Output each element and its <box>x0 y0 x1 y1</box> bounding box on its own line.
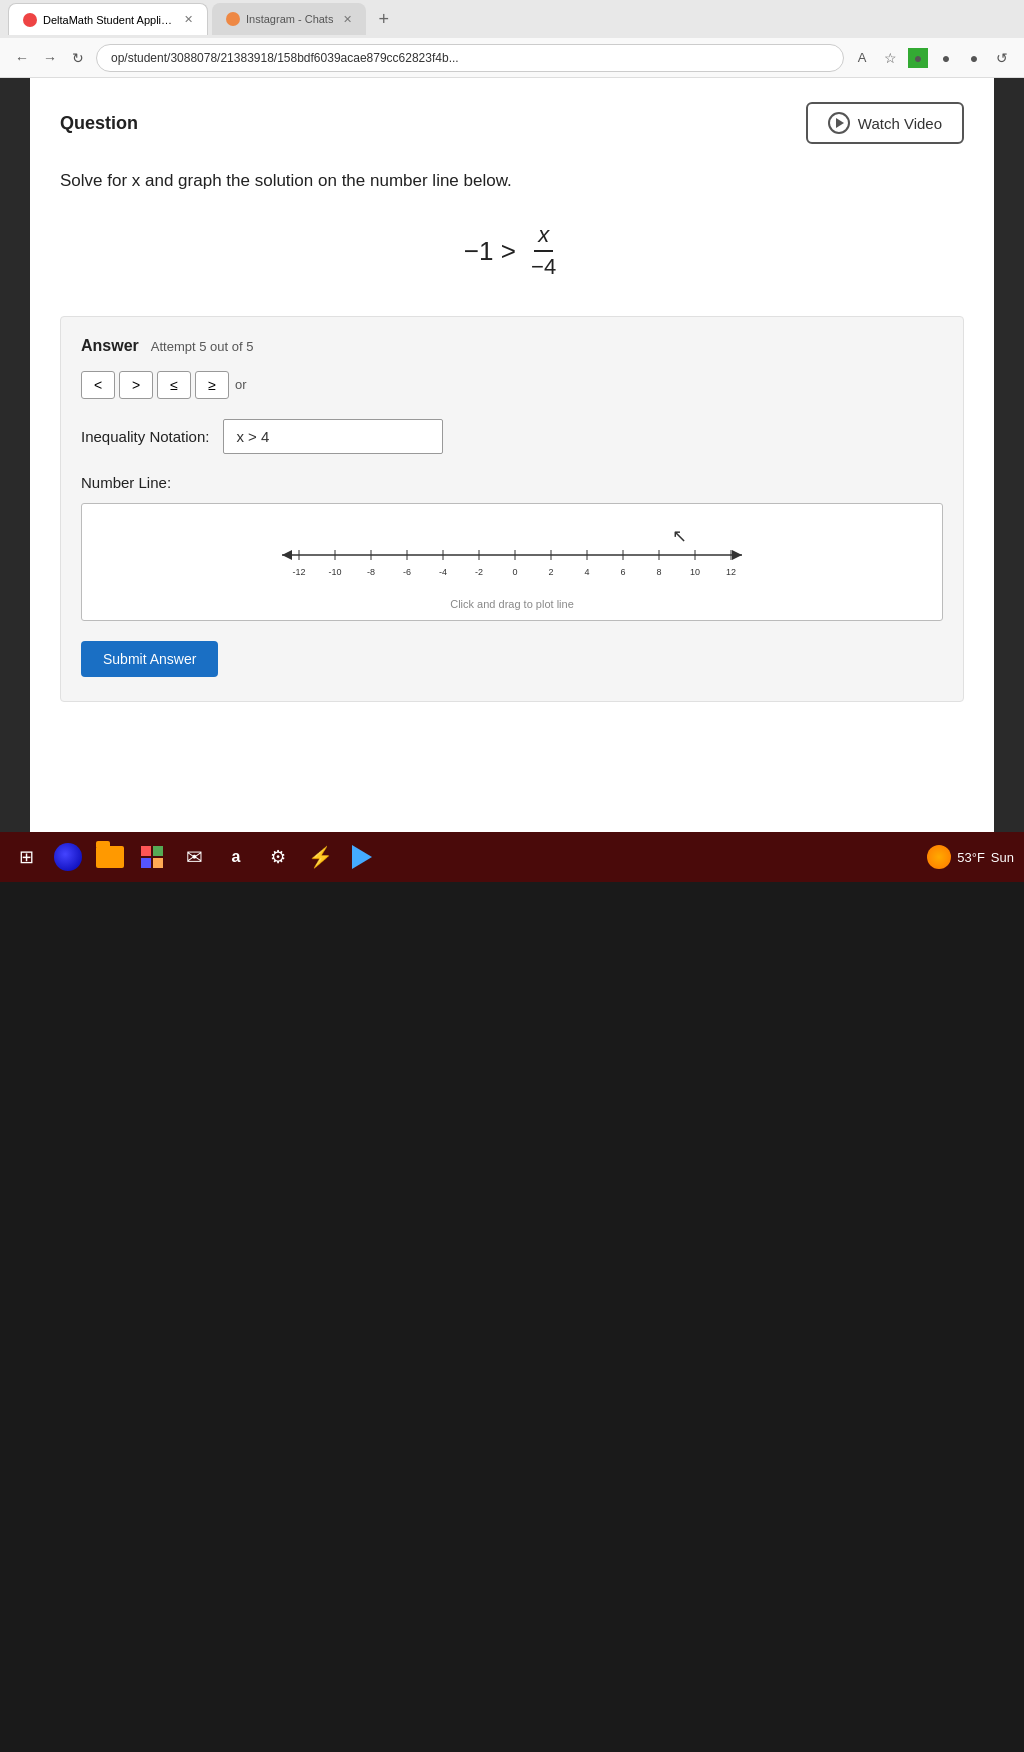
forward-button[interactable]: → <box>40 48 60 68</box>
taskbar-browser-icon[interactable] <box>52 841 84 873</box>
taskbar-settings-icon[interactable]: ⚙ <box>262 841 294 873</box>
taskbar-files-icon[interactable] <box>94 841 126 873</box>
question-header: Question Watch Video <box>60 102 964 144</box>
math-left: −1 > <box>464 235 523 265</box>
problem-text: Solve for x and graph the solution on th… <box>60 168 964 194</box>
math-expression: −1 > x −4 <box>60 222 964 280</box>
svg-text:6: 6 <box>620 567 625 577</box>
address-bar: ← → ↻ A ☆ ● ● ● ↺ <box>0 38 1024 78</box>
svg-text:8: 8 <box>656 567 661 577</box>
dark-lower-area <box>0 882 1024 1752</box>
less-than-equal-button[interactable]: ≤ <box>157 371 191 399</box>
browser-chrome: DeltaMath Student Application ✕ Instagra… <box>0 0 1024 78</box>
or-label: or <box>235 377 247 392</box>
svg-text:10: 10 <box>690 567 700 577</box>
svg-text:2: 2 <box>548 567 553 577</box>
greater-than-button[interactable]: > <box>119 371 153 399</box>
svg-text:-4: -4 <box>439 567 447 577</box>
number-line-container[interactable]: -12 -10 -8 -6 -4 -2 0 <box>81 503 943 621</box>
weather-sun-icon <box>927 845 951 869</box>
taskbar-start-icon[interactable]: ⊞ <box>10 841 42 873</box>
answer-section: Answer Attempt 5 out of 5 < > ≤ ≥ or Ine… <box>60 316 964 702</box>
play-triangle-icon <box>836 118 844 128</box>
svg-text:-10: -10 <box>328 567 341 577</box>
svg-text:↖: ↖ <box>672 526 687 546</box>
tab-instagram-label: Instagram - Chats <box>246 13 333 25</box>
taskbar-text-icon[interactable]: a <box>220 841 252 873</box>
profile-button[interactable]: ● <box>936 48 956 68</box>
taskbar-media-icon[interactable] <box>346 841 378 873</box>
question-label: Question <box>60 113 138 134</box>
instagram-favicon <box>226 12 240 26</box>
math-fraction: x −4 <box>527 222 560 280</box>
inequality-notation-input[interactable] <box>223 419 443 454</box>
address-input[interactable] <box>96 44 844 72</box>
read-mode-button[interactable]: A <box>852 48 872 68</box>
refresh-button[interactable]: ↻ <box>68 48 88 68</box>
bookmark-button[interactable]: ☆ <box>880 48 900 68</box>
number-line-svg[interactable]: -12 -10 -8 -6 -4 -2 0 <box>94 520 930 590</box>
extensions-button[interactable]: ● <box>908 48 928 68</box>
weather-temp: 53°F <box>957 850 985 865</box>
svg-text:12: 12 <box>726 567 736 577</box>
play-icon-circle <box>828 112 850 134</box>
number-line-label: Number Line: <box>81 474 943 491</box>
taskbar: ⊞ ✉ a ⚙ ⚡ 53°F Sun <box>0 832 1024 882</box>
fraction-denominator: −4 <box>527 252 560 280</box>
tab-bar: DeltaMath Student Application ✕ Instagra… <box>0 0 1024 38</box>
svg-text:-12: -12 <box>292 567 305 577</box>
svg-text:-8: -8 <box>367 567 375 577</box>
weather-label: Sun <box>991 850 1014 865</box>
answer-label: Answer <box>81 337 139 355</box>
taskbar-weather: 53°F Sun <box>927 845 1014 869</box>
back-button[interactable]: ← <box>12 48 32 68</box>
svg-text:-6: -6 <box>403 567 411 577</box>
fraction-numerator: x <box>534 222 553 252</box>
svg-marker-1 <box>282 550 292 560</box>
symbol-buttons: < > ≤ ≥ or <box>81 371 943 399</box>
greater-than-equal-button[interactable]: ≥ <box>195 371 229 399</box>
refresh-alt-button[interactable]: ↺ <box>992 48 1012 68</box>
svg-text:-2: -2 <box>475 567 483 577</box>
watch-video-button[interactable]: Watch Video <box>806 102 964 144</box>
tab-instagram[interactable]: Instagram - Chats ✕ <box>212 3 366 35</box>
answer-header: Answer Attempt 5 out of 5 <box>81 337 943 355</box>
deltamath-favicon <box>23 13 37 27</box>
tab-deltamath[interactable]: DeltaMath Student Application ✕ <box>8 3 208 35</box>
tab-instagram-close[interactable]: ✕ <box>343 13 352 26</box>
attempt-info: Attempt 5 out of 5 <box>151 339 254 354</box>
inequality-notation-label: Inequality Notation: <box>81 428 209 445</box>
inequality-row: Inequality Notation: <box>81 419 943 454</box>
new-tab-button[interactable]: + <box>370 9 397 30</box>
page-content: Question Watch Video Solve for x and gra… <box>30 78 994 838</box>
watch-video-label: Watch Video <box>858 115 942 132</box>
svg-text:4: 4 <box>584 567 589 577</box>
taskbar-bolt-icon[interactable]: ⚡ <box>304 841 336 873</box>
taskbar-mail-icon[interactable]: ✉ <box>178 841 210 873</box>
tab-deltamath-close[interactable]: ✕ <box>184 13 193 26</box>
svg-text:0: 0 <box>512 567 517 577</box>
less-than-button[interactable]: < <box>81 371 115 399</box>
settings-button[interactable]: ● <box>964 48 984 68</box>
svg-marker-2 <box>732 550 742 560</box>
number-line-hint: Click and drag to plot line <box>94 598 930 610</box>
taskbar-apps-icon[interactable] <box>136 841 168 873</box>
tab-deltamath-label: DeltaMath Student Application <box>43 14 174 26</box>
submit-answer-button[interactable]: Submit Answer <box>81 641 218 677</box>
